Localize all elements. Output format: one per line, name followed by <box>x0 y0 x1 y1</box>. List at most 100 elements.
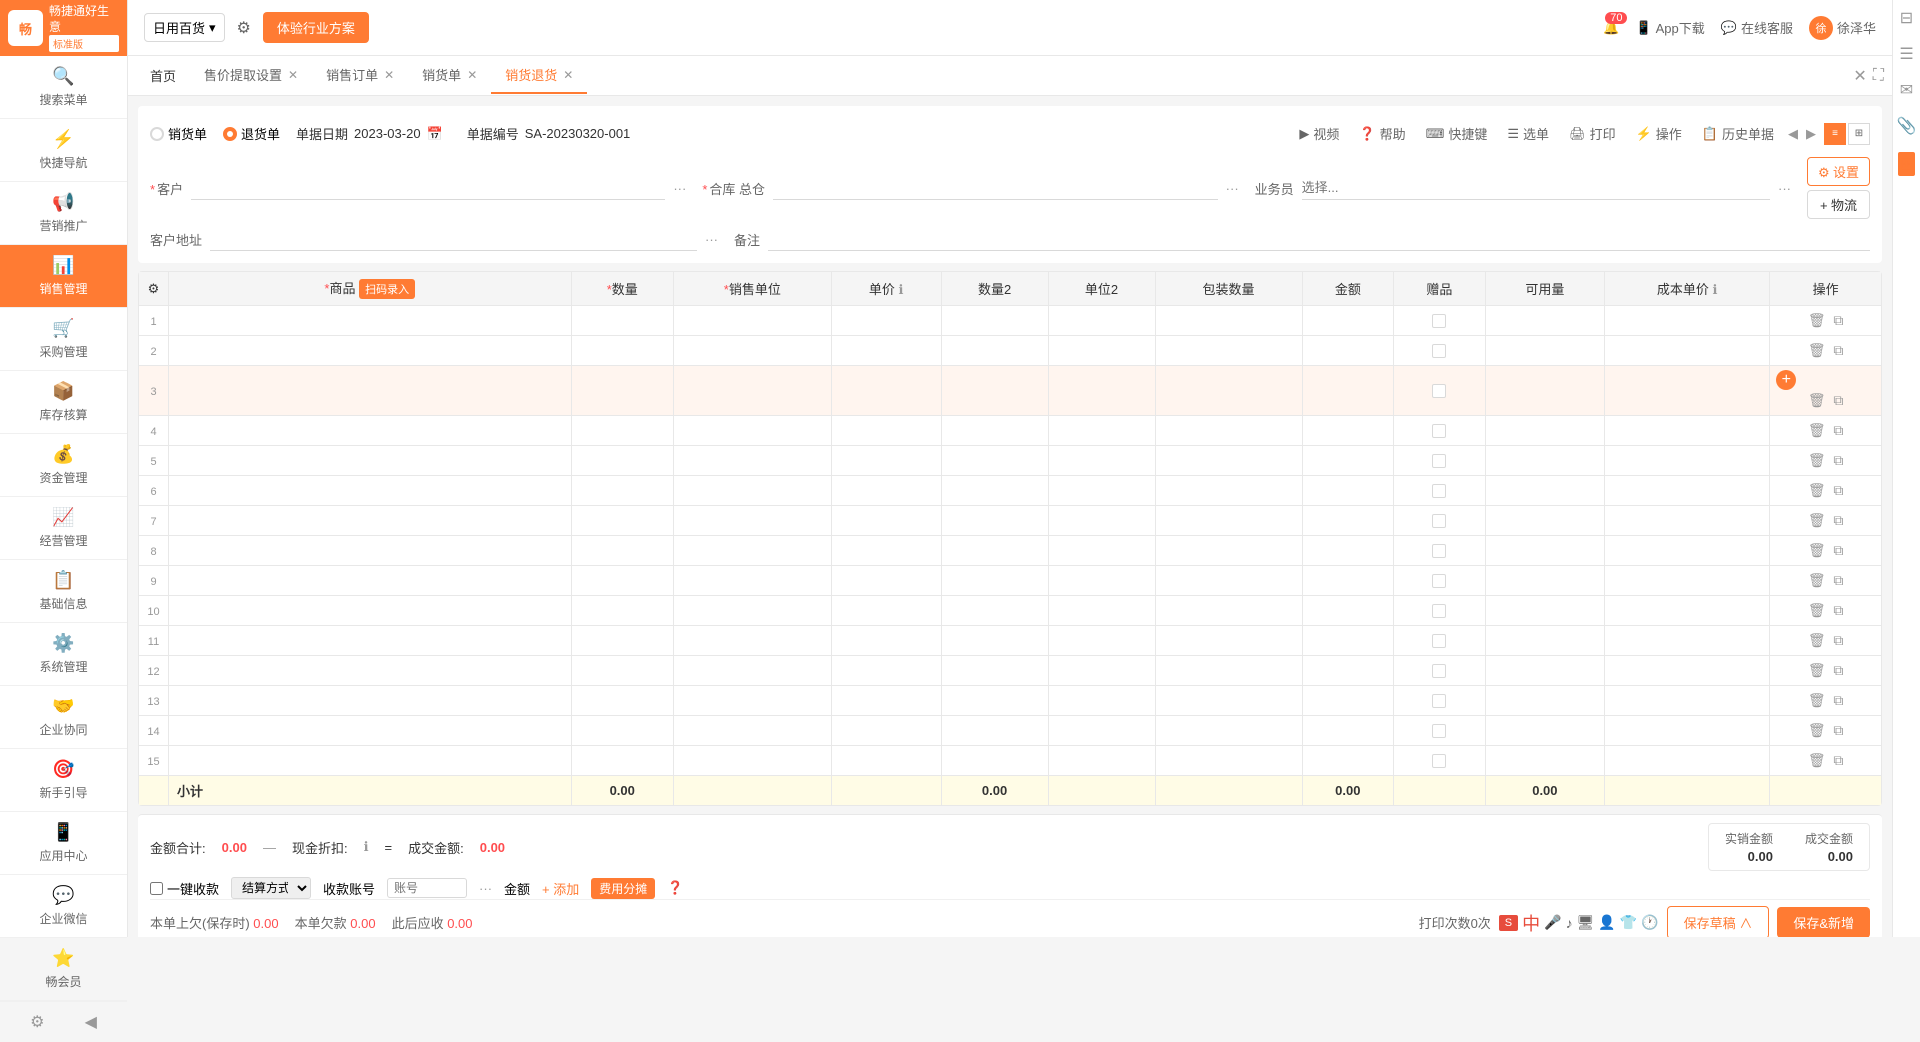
warehouse-input[interactable] <box>773 176 1218 200</box>
collapse-icon[interactable]: ◀ <box>85 1012 97 1032</box>
row-product-5[interactable] <box>169 446 572 476</box>
row-unit2-1[interactable] <box>1048 306 1155 336</box>
copy-row-btn-14[interactable]: ⧉ <box>1831 720 1845 741</box>
row-qty2-4[interactable] <box>941 416 1048 446</box>
prev-icon[interactable]: ◀ <box>1788 126 1798 142</box>
row-price-5[interactable] <box>831 446 941 476</box>
row-product-7[interactable] <box>169 506 572 536</box>
row-qty-3[interactable] <box>571 366 673 416</box>
row-cost-14[interactable] <box>1605 716 1770 746</box>
row-qty-1[interactable] <box>571 306 673 336</box>
rs-icon-1[interactable]: ⊟ <box>1900 8 1913 28</box>
row-qty2-13[interactable] <box>941 686 1048 716</box>
row-unit2-12[interactable] <box>1048 656 1155 686</box>
row-product-12[interactable] <box>169 656 572 686</box>
gift-checkbox-1[interactable] <box>1432 314 1446 328</box>
sidebar-item-basic[interactable]: 📋 基础信息 <box>0 560 127 623</box>
dots-btn[interactable]: ··· <box>479 881 492 896</box>
tab-sales_return[interactable]: 销货退货✕ <box>491 57 587 94</box>
row-qty-14[interactable] <box>571 716 673 746</box>
delete-row-btn-2[interactable]: 🗑 <box>1806 340 1828 361</box>
row-gift-15[interactable] <box>1394 746 1486 776</box>
row-packqty-13[interactable] <box>1155 686 1302 716</box>
delete-row-btn-8[interactable]: 🗑 <box>1806 540 1828 561</box>
row-available-9[interactable] <box>1485 566 1604 596</box>
row-product-4[interactable] <box>169 416 572 446</box>
address-dots[interactable]: ··· <box>705 232 718 247</box>
row-unit-3[interactable] <box>673 366 831 416</box>
tab-close-sales_delivery[interactable]: ✕ <box>467 68 477 82</box>
row-qty2-11[interactable] <box>941 626 1048 656</box>
row-amount-11[interactable] <box>1302 626 1394 656</box>
row-packqty-4[interactable] <box>1155 416 1302 446</box>
select-btn[interactable]: ☰ 选单 <box>1501 122 1555 145</box>
row-qty2-9[interactable] <box>941 566 1048 596</box>
row-gift-12[interactable] <box>1394 656 1486 686</box>
row-cost-6[interactable] <box>1605 476 1770 506</box>
row-unit2-15[interactable] <box>1048 746 1155 776</box>
row-qty2-6[interactable] <box>941 476 1048 506</box>
operate-btn[interactable]: ⚡ 操作 <box>1630 122 1688 145</box>
row-packqty-1[interactable] <box>1155 306 1302 336</box>
delete-row-btn-13[interactable]: 🗑 <box>1806 690 1828 711</box>
row-product-8[interactable] <box>169 536 572 566</box>
row-amount-8[interactable] <box>1302 536 1394 566</box>
row-amount-13[interactable] <box>1302 686 1394 716</box>
row-unit2-11[interactable] <box>1048 626 1155 656</box>
row-qty2-15[interactable] <box>941 746 1048 776</box>
gift-checkbox-7[interactable] <box>1432 514 1446 528</box>
rs-icon-3[interactable]: ✉ <box>1900 80 1913 100</box>
row-available-11[interactable] <box>1485 626 1604 656</box>
gift-checkbox-6[interactable] <box>1432 484 1446 498</box>
row-product-1[interactable] <box>169 306 572 336</box>
close-tab-icon[interactable]: ✕ <box>1853 66 1866 86</box>
row-price-3[interactable] <box>831 366 941 416</box>
row-qty-4[interactable] <box>571 416 673 446</box>
row-packqty-5[interactable] <box>1155 446 1302 476</box>
row-cost-11[interactable] <box>1605 626 1770 656</box>
row-cost-15[interactable] <box>1605 746 1770 776</box>
row-amount-9[interactable] <box>1302 566 1394 596</box>
row-amount-2[interactable] <box>1302 336 1394 366</box>
help-discount-icon[interactable]: ℹ <box>364 839 369 855</box>
row-amount-3[interactable] <box>1302 366 1394 416</box>
industry-selector[interactable]: 日用百货 ▾ <box>144 13 225 42</box>
tab-price[interactable]: 售价提取设置✕ <box>190 57 312 94</box>
row-gift-4[interactable] <box>1394 416 1486 446</box>
row-unit-13[interactable] <box>673 686 831 716</box>
row-cost-3[interactable] <box>1605 366 1770 416</box>
radio-delivery[interactable]: 销货单 <box>150 124 207 143</box>
row-unit-6[interactable] <box>673 476 831 506</box>
maximize-icon[interactable]: ⛶ <box>1873 67 1884 85</box>
copy-row-btn-10[interactable]: ⧉ <box>1831 600 1845 621</box>
row-gift-1[interactable] <box>1394 306 1486 336</box>
row-unit2-8[interactable] <box>1048 536 1155 566</box>
gift-checkbox-8[interactable] <box>1432 544 1446 558</box>
row-qty-5[interactable] <box>571 446 673 476</box>
row-price-13[interactable] <box>831 686 941 716</box>
grid-view-btn[interactable]: ⊞ <box>1848 123 1870 145</box>
row-amount-4[interactable] <box>1302 416 1394 446</box>
copy-row-btn-8[interactable]: ⧉ <box>1831 540 1845 561</box>
row-price-6[interactable] <box>831 476 941 506</box>
row-gift-8[interactable] <box>1394 536 1486 566</box>
sidebar-item-search[interactable]: 🔍 搜索菜单 <box>0 56 127 119</box>
row-product-11[interactable] <box>169 626 572 656</box>
row-gift-7[interactable] <box>1394 506 1486 536</box>
row-gift-13[interactable] <box>1394 686 1486 716</box>
row-qty2-14[interactable] <box>941 716 1048 746</box>
row-cost-1[interactable] <box>1605 306 1770 336</box>
account-input[interactable] <box>387 878 467 898</box>
customer-input[interactable] <box>191 176 665 200</box>
row-product-10[interactable] <box>169 596 572 626</box>
sidebar-item-finance[interactable]: 💰 资金管理 <box>0 434 127 497</box>
row-price-2[interactable] <box>831 336 941 366</box>
row-packqty-6[interactable] <box>1155 476 1302 506</box>
row-qty-15[interactable] <box>571 746 673 776</box>
video-btn[interactable]: ▶ 视频 <box>1293 122 1345 145</box>
sidebar-item-operations[interactable]: 📈 经营管理 <box>0 497 127 560</box>
gift-checkbox-15[interactable] <box>1432 754 1446 768</box>
row-product-9[interactable] <box>169 566 572 596</box>
gift-checkbox-13[interactable] <box>1432 694 1446 708</box>
sidebar-item-wechat[interactable]: 💬 企业微信 <box>0 875 127 938</box>
